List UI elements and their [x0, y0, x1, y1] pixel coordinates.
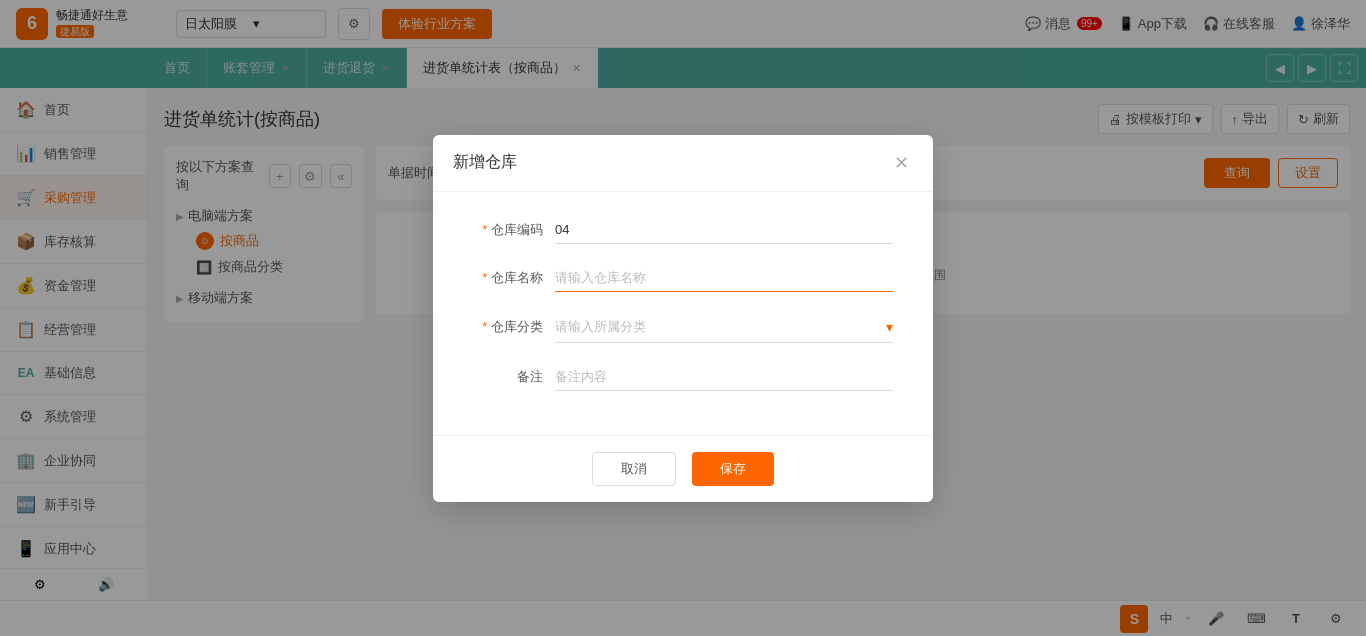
dialog-header: 新增仓库 ✕: [433, 135, 933, 192]
name-input[interactable]: [555, 264, 893, 292]
add-warehouse-dialog: 新增仓库 ✕ 仓库编码 仓库名称 仓库分类 请输入所属分类 ▾: [433, 135, 933, 502]
category-select[interactable]: 请输入所属分类 ▾: [555, 312, 893, 343]
form-category-row: 仓库分类 请输入所属分类 ▾: [473, 312, 893, 343]
form-name-row: 仓库名称: [473, 264, 893, 292]
form-code-row: 仓库编码: [473, 216, 893, 244]
form-note-row: 备注: [473, 363, 893, 391]
note-label: 备注: [473, 368, 543, 386]
note-input[interactable]: [555, 363, 893, 391]
code-label: 仓库编码: [473, 221, 543, 239]
dialog-close-button[interactable]: ✕: [889, 151, 913, 175]
code-input[interactable]: [555, 216, 893, 244]
modal-overlay: 新增仓库 ✕ 仓库编码 仓库名称 仓库分类 请输入所属分类 ▾: [0, 0, 1366, 636]
category-label: 仓库分类: [473, 318, 543, 336]
dialog-body: 仓库编码 仓库名称 仓库分类 请输入所属分类 ▾ 备注: [433, 192, 933, 435]
dialog-footer: 取消 保存: [433, 435, 933, 502]
save-button[interactable]: 保存: [692, 452, 774, 486]
name-label: 仓库名称: [473, 269, 543, 287]
category-dropdown-icon: ▾: [886, 319, 893, 335]
category-placeholder: 请输入所属分类: [555, 318, 886, 336]
cancel-button[interactable]: 取消: [592, 452, 676, 486]
dialog-title: 新增仓库: [453, 152, 517, 173]
